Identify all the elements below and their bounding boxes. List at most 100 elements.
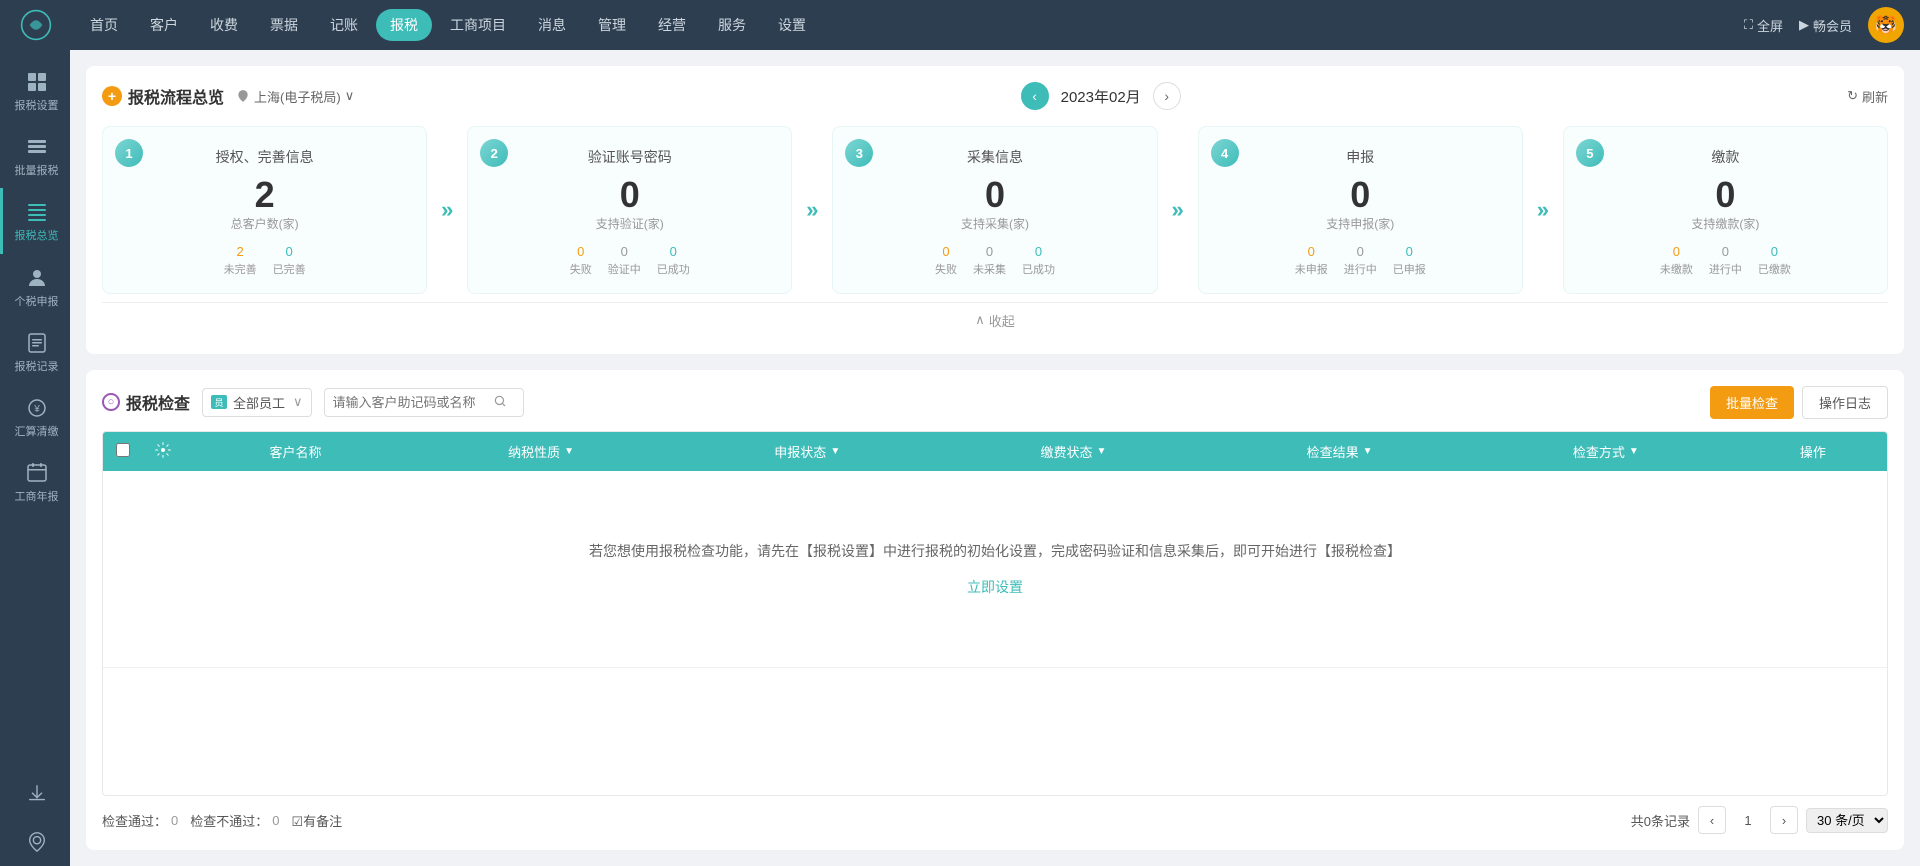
step-title-1: 授权、完善信息 [119,147,410,167]
staff-dropdown-icon: ∨ [293,394,303,410]
table-wrapper: 客户名称 纳税性质 ▼ 申报状态 [102,431,1888,796]
table-footer: 检查通过： 0 检查不通过： 0 ☑有备注 共0条记录 ‹ 1 › 30 条/页 [102,796,1888,834]
sidebar-item-annual-report[interactable]: 工商年报 [0,449,70,514]
location-pin-icon [236,89,250,103]
search-input[interactable] [325,390,485,415]
refresh-button[interactable]: ↻ 刷新 [1847,87,1888,106]
setting-link[interactable]: 立即设置 [967,579,1023,595]
step-sub-4: 支持申报(家) [1215,215,1506,232]
nav-bookkeeping[interactable]: 记账 [316,9,372,41]
top-navigation: 首页 客户 收费 票据 记账 报税 工商项目 消息 管理 经营 服务 设置 ⛶ … [0,0,1920,50]
stat-item-declared[interactable]: 0 已申报 [1393,244,1426,277]
batch-check-button[interactable]: 批量检查 [1710,386,1794,419]
sidebar-label-settlement: 汇算清缴 [15,426,59,439]
pass-count[interactable]: 0 [171,813,178,828]
prev-page-button[interactable]: ‹ [1698,806,1726,834]
location-tag[interactable]: 上海(电子税局) ∨ [236,87,354,106]
step-count-2: 0 [484,175,775,215]
flow-step-4: 4 申报 0 支持申报(家) 0 未申报 0 进行中 [1198,126,1523,294]
vip-icon: ▶ [1799,17,1809,33]
step-arrow-1: » [427,126,467,294]
step-arrow-3: » [1158,126,1198,294]
check-title-icon: ○ [102,393,120,411]
tax-check-card: ○ 报税检查 员 全部员工 ∨ [86,370,1904,850]
stat-item-paying[interactable]: 0 进行中 [1709,244,1742,277]
stat-item-verifying[interactable]: 0 验证中 [608,244,641,277]
nav-fees[interactable]: 收费 [196,9,252,41]
stat-item-not-declared[interactable]: 0 未申报 [1295,244,1328,277]
svg-text:¥: ¥ [33,404,40,415]
stat-item-not-paid[interactable]: 0 未缴款 [1660,244,1693,277]
nav-tax[interactable]: 报税 [376,9,432,41]
nav-home[interactable]: 首页 [76,9,132,41]
column-settings-icon[interactable] [155,442,171,458]
stat-item-incomplete[interactable]: 2 未完善 [224,244,257,277]
check-actions: 批量检查 操作日志 [1710,386,1888,419]
sidebar-label-batch-tax: 批量报税 [15,165,59,178]
next-page-button[interactable]: › [1770,806,1798,834]
sidebar-item-settlement[interactable]: ¥ 汇算清缴 [0,384,70,449]
refresh-icon: ↻ [1847,88,1858,104]
settings-col [143,432,183,471]
empty-message: 若您想使用报税检查功能，请先在【报税设置】中进行报税的初始化设置，完成密码验证和… [115,481,1875,657]
check-title: ○ 报税检查 [102,390,190,414]
avatar[interactable]: 🐯 [1868,7,1904,43]
fullscreen-icon: ⛶ [1744,17,1753,33]
sidebar-item-batch-tax[interactable]: 批量报税 [0,123,70,188]
table-header-row: 客户名称 纳税性质 ▼ 申报状态 [103,432,1887,471]
filter-icon-2[interactable]: ▼ [830,446,840,457]
stat-item-declaring[interactable]: 0 进行中 [1344,244,1377,277]
filter-icon-3[interactable]: ▼ [1096,446,1106,457]
data-table: 客户名称 纳税性质 ▼ 申报状态 [103,432,1887,668]
sidebar-item-tax-records[interactable]: 报税记录 [0,319,70,384]
stat-item-fail[interactable]: 0 失败 [570,244,592,277]
nav-customer[interactable]: 客户 [136,9,192,41]
fullscreen-button[interactable]: ⛶ 全屏 [1744,16,1783,35]
vip-button[interactable]: ▶ 畅会员 [1799,16,1852,35]
nav-settings[interactable]: 设置 [764,9,820,41]
fail-count[interactable]: 0 [272,813,279,828]
filter-icon-1[interactable]: ▼ [564,446,574,457]
nav-business[interactable]: 工商项目 [436,9,520,41]
sidebar-item-download[interactable] [0,770,70,818]
table-empty-row: 若您想使用报税检查功能，请先在【报税设置】中进行报税的初始化设置，完成密码验证和… [103,471,1887,668]
search-box [324,388,524,417]
nav-messages[interactable]: 消息 [524,9,580,41]
sidebar-label-personal-tax: 个税申报 [15,296,59,309]
stat-item-collect-fail[interactable]: 0 失败 [935,244,957,277]
nav-operations[interactable]: 经营 [644,9,700,41]
stat-item-collected[interactable]: 0 已成功 [1022,244,1055,277]
flow-steps: 1 授权、完善信息 2 总客户数(家) 2 未完善 0 已完善 [102,126,1888,294]
stat-item-complete[interactable]: 0 已完善 [273,244,306,277]
stat-item-not-collected[interactable]: 0 未采集 [973,244,1006,277]
page-size-select[interactable]: 30 条/页 [1806,808,1888,833]
nav-management[interactable]: 管理 [584,9,640,41]
sidebar-item-personal-tax[interactable]: 个税申报 [0,254,70,319]
flow-title: + 报税流程总览 [102,84,224,108]
search-button[interactable] [485,389,515,416]
select-all-checkbox[interactable] [116,443,130,457]
step-title-5: 缴款 [1580,147,1871,167]
step-stats-3: 0 失败 0 未采集 0 已成功 [849,244,1140,277]
prev-month-button[interactable]: ‹ [1021,82,1049,110]
sidebar-item-tax-overview[interactable]: 报税总览 [0,188,70,253]
nav-invoices[interactable]: 票据 [256,9,312,41]
step-stats-1: 2 未完善 0 已完善 [119,244,410,277]
main-layout: 报税设置 批量报税 报税总览 [0,50,1920,866]
step-stats-5: 0 未缴款 0 进行中 0 已缴款 [1580,244,1871,277]
batch-tax-icon [23,133,51,161]
staff-filter[interactable]: 员 全部员工 ∨ [202,388,312,417]
th-operation: 操作 [1739,432,1887,471]
nav-service[interactable]: 服务 [704,9,760,41]
personal-tax-icon [23,264,51,292]
sidebar-item-location[interactable] [0,818,70,866]
filter-icon-5[interactable]: ▼ [1629,446,1639,457]
stat-item-verified[interactable]: 0 已成功 [657,244,690,277]
filter-icon-4[interactable]: ▼ [1363,446,1373,457]
next-month-button[interactable]: › [1153,82,1181,110]
sidebar-item-tax-settings[interactable]: 报税设置 [0,58,70,123]
step-arrow-4: » [1523,126,1563,294]
operation-log-button[interactable]: 操作日志 [1802,386,1888,419]
collapse-button[interactable]: ∧ 收起 [102,302,1888,338]
stat-item-paid[interactable]: 0 已缴款 [1758,244,1791,277]
